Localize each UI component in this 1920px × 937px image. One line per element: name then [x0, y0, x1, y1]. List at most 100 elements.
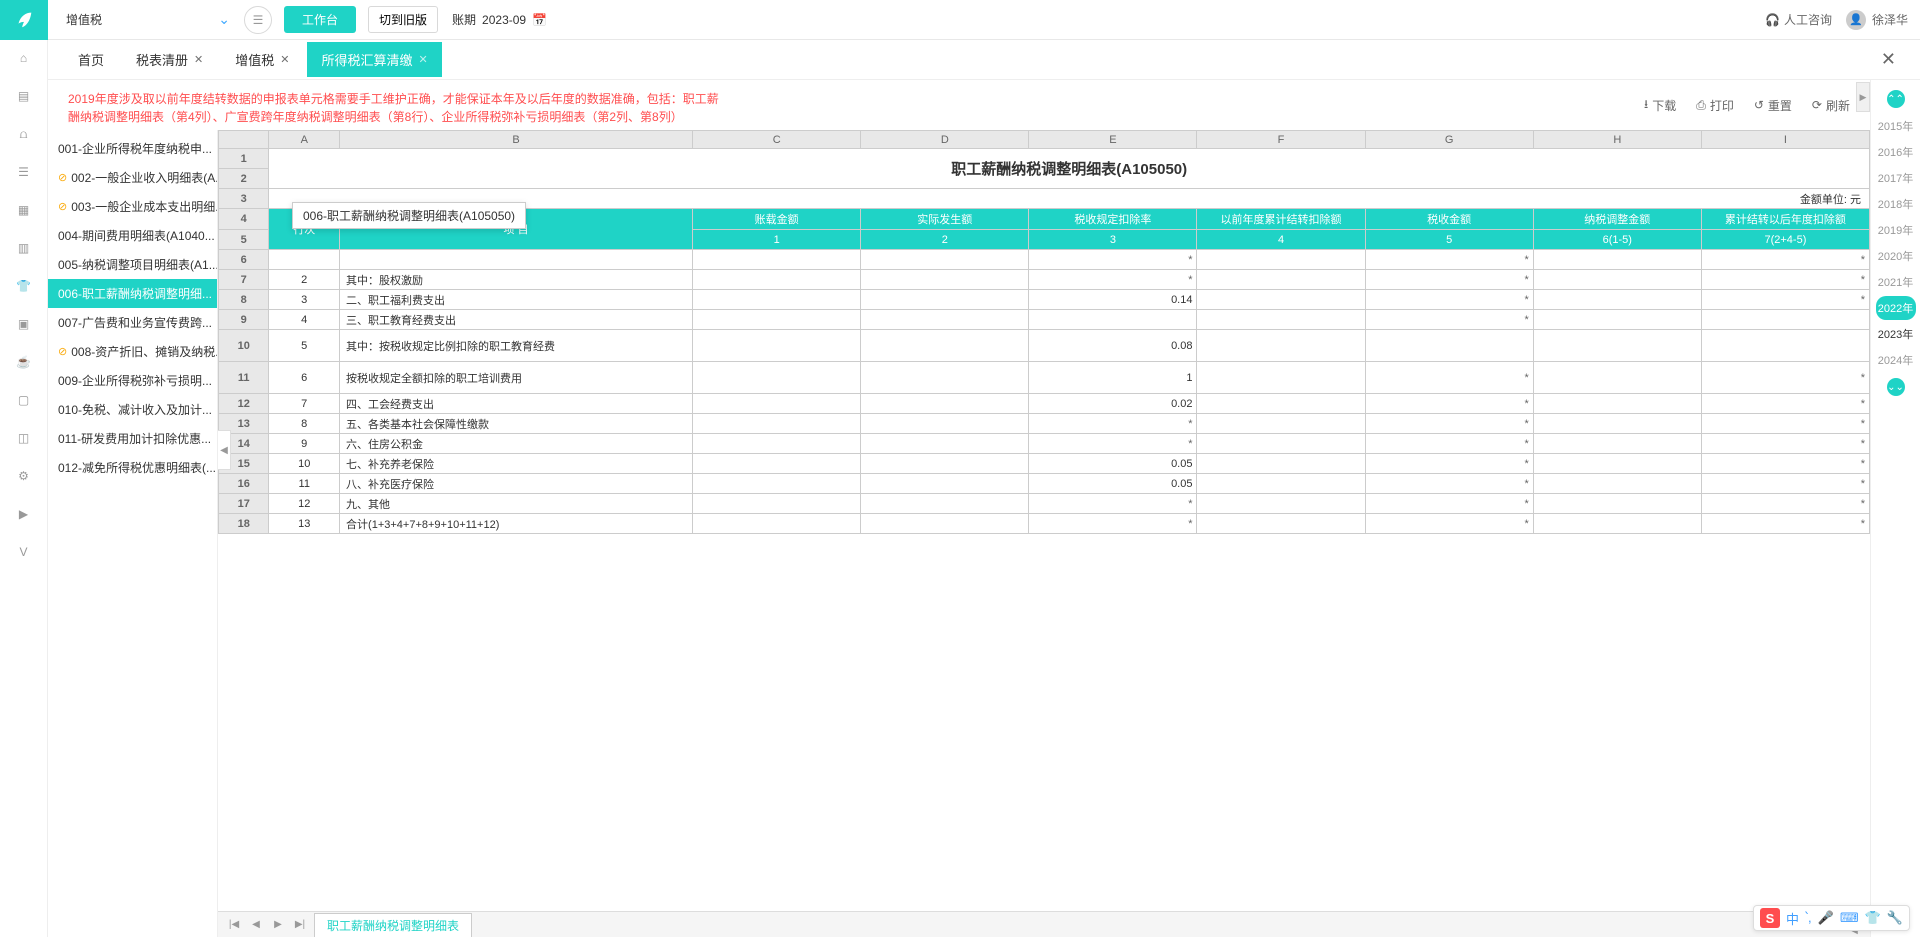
data-cell[interactable] — [861, 494, 1029, 514]
data-cell[interactable]: * — [1701, 362, 1869, 394]
data-cell[interactable]: * — [1029, 270, 1197, 290]
data-cell[interactable] — [693, 310, 861, 330]
ime-toolbar[interactable]: S 中 ՝, 🎤 ⌨ 👕 🔧 — [1753, 905, 1910, 931]
data-cell[interactable]: * — [1365, 494, 1533, 514]
data-cell[interactable]: * — [1365, 310, 1533, 330]
support-link[interactable]: 🎧 人工咨询 — [1765, 11, 1832, 28]
video-icon[interactable]: ▶ — [14, 504, 34, 524]
gear-icon[interactable]: ⚙ — [14, 466, 34, 486]
row-header[interactable]: 12 — [219, 394, 269, 414]
nav-item[interactable]: 001-企业所得税年度纳税申... — [48, 134, 217, 163]
row-header[interactable]: 8 — [219, 290, 269, 310]
data-cell[interactable] — [1029, 310, 1197, 330]
data-cell[interactable]: * — [1365, 514, 1533, 534]
data-cell[interactable] — [693, 514, 861, 534]
data-cell[interactable] — [693, 454, 861, 474]
doc-icon-button[interactable]: ☰ — [244, 6, 272, 34]
nav-item[interactable]: 006-职工薪酬纳税调整明细... — [48, 279, 217, 308]
data-cell[interactable]: * — [1365, 290, 1533, 310]
data-cell[interactable] — [1533, 250, 1701, 270]
nav-item[interactable]: 007-广告费和业务宣传费跨... — [48, 308, 217, 337]
item-label-cell[interactable]: 九、其他 — [340, 494, 693, 514]
data-cell[interactable] — [693, 494, 861, 514]
row-header[interactable]: 2 — [219, 169, 269, 189]
seq-cell[interactable]: 13 — [269, 514, 340, 534]
data-cell[interactable] — [693, 270, 861, 290]
year-button[interactable]: 2017年 — [1876, 166, 1916, 190]
year-button[interactable]: 2018年 — [1876, 192, 1916, 216]
tax-icon[interactable]: ☕ — [14, 352, 34, 372]
list-icon[interactable]: ▤ — [14, 86, 34, 106]
user-menu[interactable]: 👤 徐泽华 — [1846, 10, 1908, 30]
row-header[interactable]: 16 — [219, 474, 269, 494]
data-cell[interactable] — [861, 330, 1029, 362]
year-up-icon[interactable]: ⌃⌃ — [1887, 90, 1905, 108]
data-cell[interactable]: 0.05 — [1029, 474, 1197, 494]
item-label-cell[interactable]: 其中：按税收规定比例扣除的职工教育经费 — [340, 330, 693, 362]
ime-keyboard-icon[interactable]: ⌨ — [1840, 910, 1859, 926]
ime-skin-icon[interactable]: 👕 — [1865, 910, 1881, 926]
item-label-cell[interactable]: 合计(1+3+4+7+8+9+10+11+12) — [340, 514, 693, 534]
data-cell[interactable]: * — [1701, 270, 1869, 290]
data-cell[interactable] — [693, 394, 861, 414]
data-cell[interactable]: * — [1701, 494, 1869, 514]
year-button[interactable]: 2020年 — [1876, 244, 1916, 268]
data-cell[interactable] — [1533, 414, 1701, 434]
data-cell[interactable] — [861, 414, 1029, 434]
year-button[interactable]: 2019年 — [1876, 218, 1916, 242]
nav-item[interactable]: 010-免税、减计收入及加计... — [48, 395, 217, 424]
data-cell[interactable]: * — [1701, 394, 1869, 414]
data-cell[interactable]: * — [1029, 514, 1197, 534]
col-header[interactable]: B — [340, 131, 693, 149]
spreadsheet-grid[interactable]: ABCDEFGHI1职工薪酬纳税调整明细表(A105050)23金额单位: 元4… — [218, 130, 1870, 911]
year-button[interactable]: 2021年 — [1876, 270, 1916, 294]
sheet-nav-last[interactable]: ▶| — [292, 919, 308, 930]
data-cell[interactable]: * — [1029, 414, 1197, 434]
data-cell[interactable]: * — [1029, 494, 1197, 514]
print-button[interactable]: ⎙打印 — [1696, 88, 1734, 122]
data-cell[interactable] — [1197, 290, 1365, 310]
col-header[interactable]: I — [1701, 131, 1869, 149]
data-cell[interactable] — [1197, 514, 1365, 534]
data-cell[interactable]: * — [1365, 434, 1533, 454]
ime-punct-icon[interactable]: ՝, — [1805, 910, 1812, 926]
col-header[interactable]: C — [693, 131, 861, 149]
data-cell[interactable] — [861, 290, 1029, 310]
col-header[interactable]: F — [1197, 131, 1365, 149]
seq-cell[interactable]: 5 — [269, 330, 340, 362]
data-cell[interactable]: * — [1701, 414, 1869, 434]
data-cell[interactable] — [1701, 310, 1869, 330]
old-version-button[interactable]: 切到旧版 — [368, 6, 438, 33]
expand-handle[interactable]: ▶ — [1856, 82, 1870, 112]
seq-cell[interactable]: 12 — [269, 494, 340, 514]
sheet-nav-first[interactable]: |◀ — [226, 919, 242, 930]
nav-item[interactable]: 004-期间费用明细表(A1040... — [48, 221, 217, 250]
data-cell[interactable]: * — [1701, 454, 1869, 474]
app-logo[interactable] — [0, 0, 48, 40]
data-cell[interactable] — [861, 250, 1029, 270]
sheet-nav-prev[interactable]: ◀ — [248, 919, 264, 930]
item-label-cell[interactable]: 五、各类基本社会保障性缴款 — [340, 414, 693, 434]
col-header[interactable]: H — [1533, 131, 1701, 149]
data-cell[interactable] — [861, 394, 1029, 414]
row-header[interactable]: 7 — [219, 270, 269, 290]
calendar2-icon[interactable]: ▣ — [14, 314, 34, 334]
shirt-icon[interactable]: 👕 — [14, 276, 34, 296]
nav-item[interactable]: 011-研发费用加计扣除优惠... — [48, 424, 217, 453]
data-cell[interactable] — [1365, 330, 1533, 362]
data-cell[interactable] — [693, 434, 861, 454]
ime-mic-icon[interactable]: 🎤 — [1818, 910, 1834, 926]
col-header[interactable]: E — [1029, 131, 1197, 149]
report-icon[interactable]: ▥ — [14, 238, 34, 258]
data-cell[interactable] — [1533, 454, 1701, 474]
data-cell[interactable] — [1197, 454, 1365, 474]
v-icon[interactable]: V — [14, 542, 34, 562]
data-cell[interactable] — [1533, 290, 1701, 310]
data-cell[interactable]: * — [1365, 270, 1533, 290]
nav-item[interactable]: 012-减免所得税优惠明细表(... — [48, 453, 217, 482]
seq-cell[interactable]: 6 — [269, 362, 340, 394]
nav-item[interactable]: 005-纳税调整项目明细表(A1... — [48, 250, 217, 279]
tax-type-dropdown[interactable]: 增值税 ⌄ — [58, 11, 238, 28]
seq-cell[interactable]: 9 — [269, 434, 340, 454]
corner-cell[interactable] — [219, 131, 269, 149]
